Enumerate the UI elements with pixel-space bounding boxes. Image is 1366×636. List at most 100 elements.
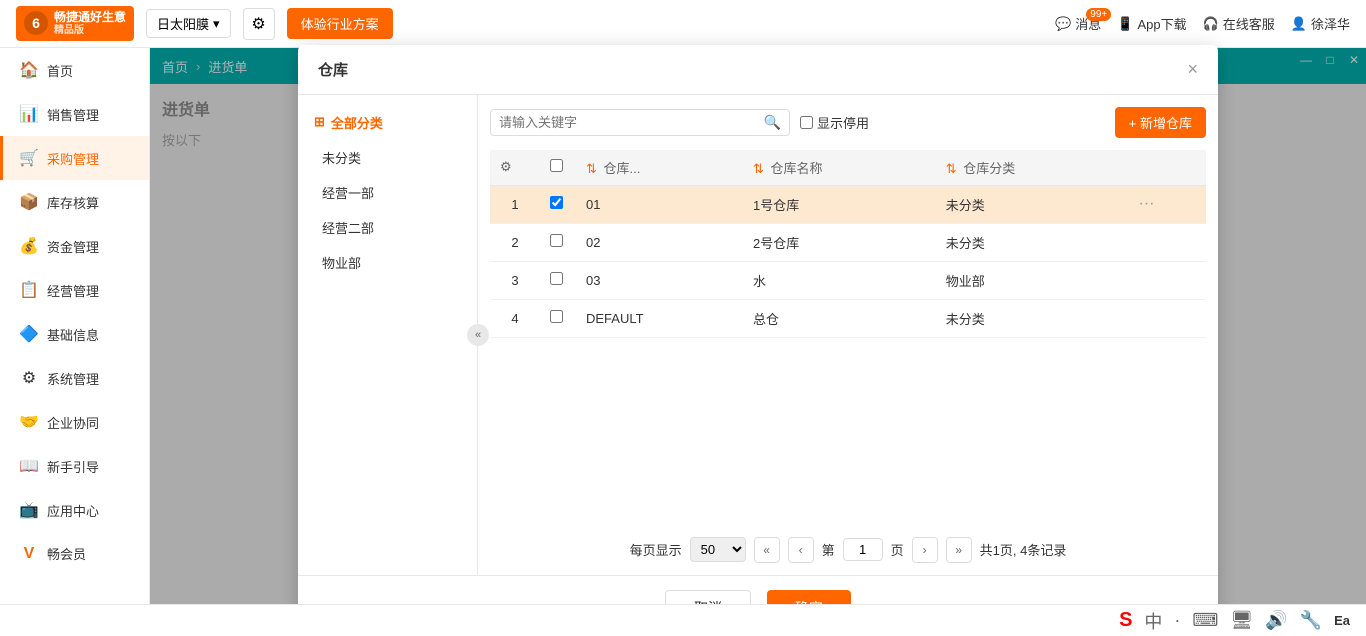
sort-icon-category: ⇅ (946, 161, 957, 176)
sidebar-item-inventory[interactable]: 📦 库存核算 (0, 180, 149, 224)
messages-badge: 99+ (1086, 8, 1111, 21)
bottom-icon-chinese[interactable]: 中 (1144, 608, 1162, 634)
page-label: 第 (822, 540, 835, 559)
row-name: 2号仓库 (743, 223, 936, 261)
header-right: 💬 消息 99+ 📱 App下载 🎧 在线客服 👤 徐泽华 (1055, 14, 1350, 33)
modal-body: ⊞ 全部分类 未分类 经营一部 经营二部 物业部 « (298, 95, 1218, 575)
search-input[interactable] (499, 115, 758, 130)
category-item-dept1[interactable]: 经营一部 (298, 175, 477, 210)
row-more-actions[interactable] (1129, 223, 1207, 261)
sidebar-item-operations[interactable]: 📋 经营管理 (0, 268, 149, 312)
phone-icon: 📱 (1117, 16, 1133, 32)
sort-icon-code: ⇅ (586, 161, 597, 176)
collapse-panel-button[interactable]: « (467, 324, 489, 346)
row-code: 01 (576, 185, 743, 223)
pagination: 每页显示 50 10 20 100 « ‹ 第 页 (490, 525, 1206, 563)
category-panel: ⊞ 全部分类 未分类 经营一部 经营二部 物业部 « (298, 95, 478, 575)
all-categories-label: 全部分类 (331, 113, 383, 132)
bottom-icon-keyboard[interactable]: ⌨ (1192, 610, 1218, 631)
sidebar-item-finance[interactable]: 💰 资金管理 (0, 224, 149, 268)
top-header: 6 畅捷通好生意 精品版 日太阳膜 ▾ ⚙ 体验行业方案 💬 消息 99+ 📱 … (0, 0, 1366, 48)
sidebar-item-sales[interactable]: 📊 销售管理 (0, 92, 149, 136)
bottom-icon-monitor[interactable]: 🖥 (1230, 610, 1253, 631)
online-service-button[interactable]: 🎧 在线客服 (1203, 14, 1275, 33)
table-row[interactable]: 4 DEFAULT 总仓 未分类 (490, 299, 1206, 337)
last-page-button[interactable]: » (946, 537, 972, 563)
user-profile-button[interactable]: 👤 徐泽华 (1291, 14, 1350, 33)
row-gear: 4 (490, 299, 540, 337)
logo-sub: 精品版 (54, 25, 126, 37)
category-item-unclassified[interactable]: 未分类 (298, 140, 477, 175)
show-disabled-checkbox[interactable] (800, 116, 813, 129)
next-page-button[interactable]: › (912, 537, 938, 563)
first-page-button[interactable]: « (754, 537, 780, 563)
bottom-icon-settings[interactable]: 🔧 (1300, 610, 1322, 631)
row-check (540, 261, 576, 299)
sidebar-item-guide[interactable]: 📖 新手引导 (0, 444, 149, 488)
row-checkbox[interactable] (550, 196, 563, 209)
category-item-dept2[interactable]: 经营二部 (298, 210, 477, 245)
col-header-code[interactable]: ⇅ 仓库... (576, 150, 743, 186)
bottom-icon-speaker[interactable]: 🔊 (1265, 610, 1287, 631)
messages-button[interactable]: 💬 消息 99+ (1055, 14, 1101, 33)
sidebar: 🏠 首页 📊 销售管理 🛒 采购管理 📦 库存核算 💰 资金管理 📋 经营管理 … (0, 48, 150, 636)
show-disabled-checkbox-label[interactable]: 显示停用 (800, 113, 869, 132)
select-all-checkbox[interactable] (550, 159, 563, 172)
sidebar-item-enterprise[interactable]: 🤝 企业协同 (0, 400, 149, 444)
col-header-name[interactable]: ⇅ 仓库名称 (743, 150, 936, 186)
sidebar-label-home: 首页 (47, 61, 73, 80)
sidebar-item-apps[interactable]: 📺 应用中心 (0, 488, 149, 532)
row-more-actions[interactable]: ··· (1129, 185, 1207, 223)
table-row[interactable]: 3 03 水 物业部 (490, 261, 1206, 299)
row-code: 03 (576, 261, 743, 299)
row-check (540, 185, 576, 223)
sidebar-item-vip[interactable]: V 畅会员 (0, 532, 149, 575)
app-download-button[interactable]: 📱 App下载 (1117, 14, 1186, 33)
sidebar-label-purchase: 采购管理 (47, 149, 99, 168)
add-warehouse-button[interactable]: + 新增仓库 (1115, 107, 1206, 138)
home-icon: 🏠 (19, 60, 39, 80)
row-category: 未分类 (936, 299, 1129, 337)
basic-info-icon: 🔷 (19, 324, 39, 344)
modal-overlay: 仓库 × ⊞ 全部分类 未分类 经营一部 经营二部 物业部 (150, 48, 1366, 636)
prev-page-button[interactable]: ‹ (788, 537, 814, 563)
settings-button[interactable]: ⚙ (243, 8, 275, 40)
row-checkbox[interactable] (550, 272, 563, 285)
row-check (540, 223, 576, 261)
table-panel: 🔍 显示停用 + 新增仓库 (478, 95, 1218, 575)
sidebar-item-purchase[interactable]: 🛒 采购管理 (0, 136, 149, 180)
row-checkbox[interactable] (550, 310, 563, 323)
operations-icon: 📋 (19, 280, 39, 300)
inventory-icon: 📦 (19, 192, 39, 212)
bottom-icon-s[interactable]: S (1119, 609, 1132, 632)
col-label-code: 仓库... (604, 161, 641, 176)
store-name: 日太阳膜 (157, 14, 209, 33)
category-item-property[interactable]: 物业部 (298, 245, 477, 280)
enterprise-icon: 🤝 (19, 412, 39, 432)
store-selector[interactable]: 日太阳膜 ▾ (146, 9, 231, 38)
sidebar-item-system[interactable]: ⚙ 系统管理 (0, 356, 149, 400)
modal-close-button[interactable]: × (1187, 60, 1198, 78)
row-more-actions[interactable] (1129, 261, 1207, 299)
all-categories-button[interactable]: ⊞ 全部分类 (298, 105, 477, 140)
sidebar-item-basic-info[interactable]: 🔷 基础信息 (0, 312, 149, 356)
table-row[interactable]: 2 02 2号仓库 未分类 (490, 223, 1206, 261)
col-header-category[interactable]: ⇅ 仓库分类 (936, 150, 1129, 186)
row-code: 02 (576, 223, 743, 261)
system-icon: ⚙ (19, 368, 39, 388)
row-checkbox[interactable] (550, 234, 563, 247)
per-page-select[interactable]: 50 10 20 100 (690, 537, 746, 562)
sidebar-label-system: 系统管理 (47, 369, 99, 388)
trial-button[interactable]: 体验行业方案 (287, 8, 393, 39)
row-more-actions[interactable] (1129, 299, 1207, 337)
col-header-gear: ⚙ (490, 150, 540, 186)
row-name: 总仓 (743, 299, 936, 337)
bottom-icon-dot[interactable]: · (1174, 610, 1180, 631)
warehouse-table: ⚙ ⇅ 仓库... (490, 150, 1206, 338)
purchase-icon: 🛒 (19, 148, 39, 168)
col-header-check (540, 150, 576, 186)
sidebar-item-home[interactable]: 🏠 首页 (0, 48, 149, 92)
total-records-label: 共1页, 4条记录 (980, 540, 1067, 559)
table-row[interactable]: 1 01 1号仓库 未分类 ··· (490, 185, 1206, 223)
page-number-input[interactable] (843, 538, 883, 561)
